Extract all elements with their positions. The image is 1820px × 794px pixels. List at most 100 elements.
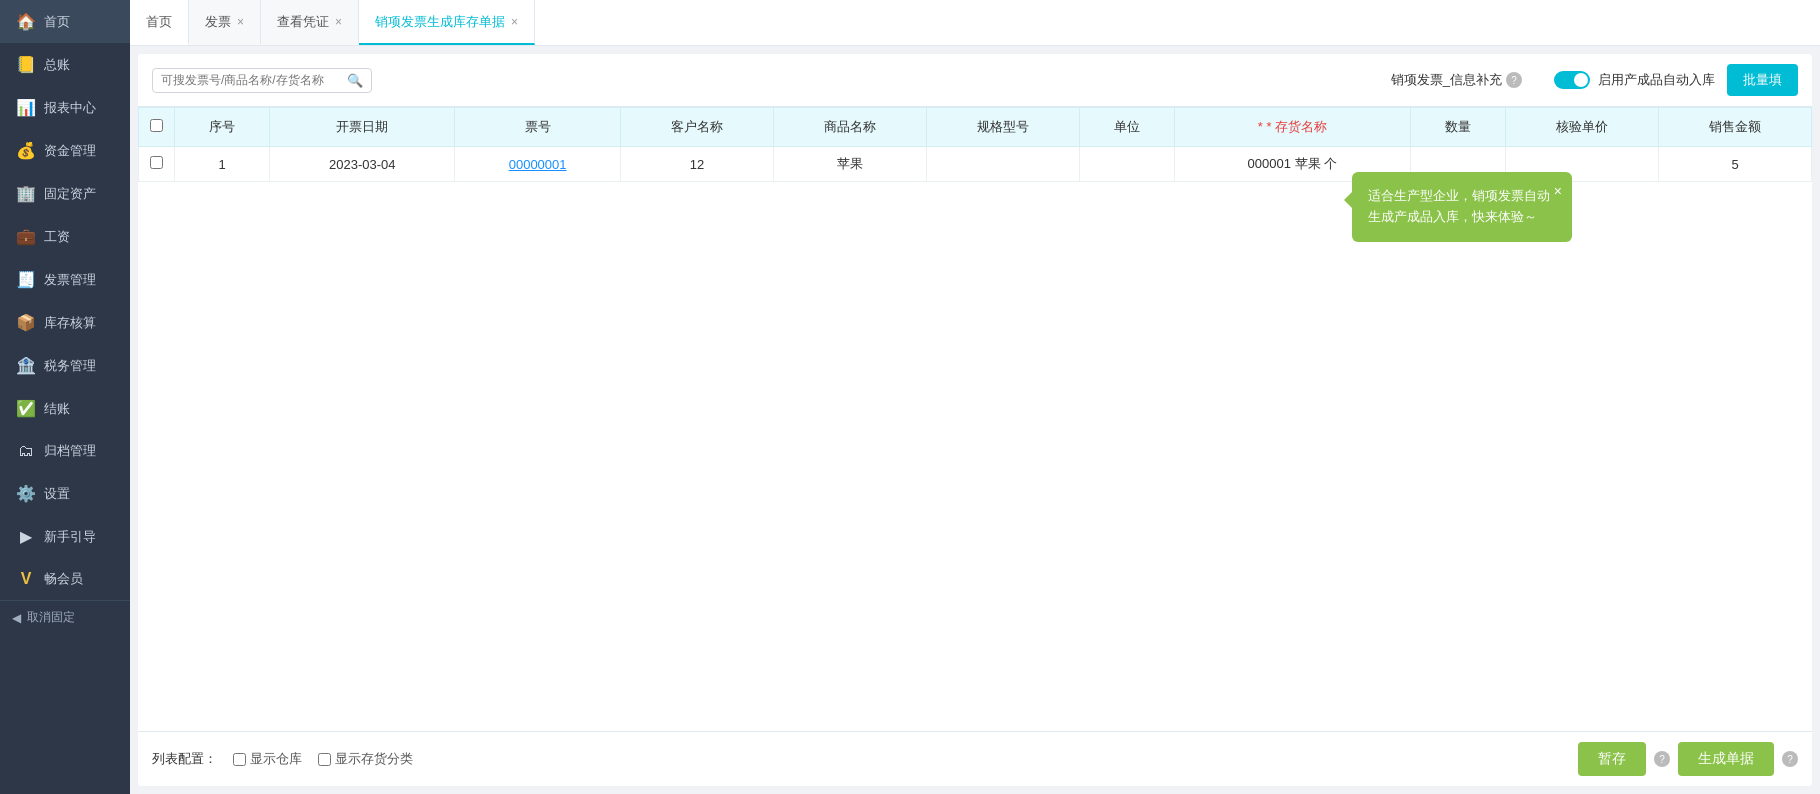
- sidebar-item-label: 固定资产: [44, 185, 96, 203]
- pin-label: 取消固定: [27, 609, 75, 626]
- settings-icon: ⚙️: [16, 484, 36, 503]
- cell-unit: [1079, 147, 1174, 182]
- sidebar-item-settings[interactable]: ⚙️ 设置: [0, 472, 130, 515]
- invoices-icon: 🧾: [16, 270, 36, 289]
- tab-stock-doc[interactable]: 销项发票生成库存单据 ×: [359, 0, 535, 45]
- search-box[interactable]: 🔍: [152, 68, 372, 93]
- sidebar-item-label: 归档管理: [44, 442, 96, 460]
- toggle-auto-warehouse[interactable]: [1554, 71, 1590, 89]
- tab-stock-doc-label: 销项发票生成库存单据: [375, 13, 505, 31]
- funds-icon: 💰: [16, 141, 36, 160]
- save-button[interactable]: 暂存: [1578, 742, 1646, 776]
- show-category-label: 显示存货分类: [335, 750, 413, 768]
- sidebar-item-guide[interactable]: ▶ 新手引导: [0, 515, 130, 558]
- sidebar-item-label: 总账: [44, 56, 70, 74]
- tooltip-text: 适合生产型企业，销项发票自动生成产成品入库，快来体验～: [1368, 188, 1550, 224]
- sidebar-item-label: 新手引导: [44, 528, 96, 546]
- sidebar-item-invoices[interactable]: 🧾 发票管理: [0, 258, 130, 301]
- inventory-icon: 📦: [16, 313, 36, 332]
- cell-spec: [926, 147, 1079, 182]
- show-warehouse-checkbox[interactable]: [233, 753, 246, 766]
- tab-voucher-close[interactable]: ×: [335, 16, 342, 28]
- cell-checkbox[interactable]: [139, 147, 175, 182]
- tab-voucher[interactable]: 查看凭证 ×: [261, 0, 359, 45]
- row-checkbox[interactable]: [150, 156, 163, 169]
- sidebar-item-inventory[interactable]: 📦 库存核算: [0, 301, 130, 344]
- search-icon: 🔍: [347, 73, 363, 88]
- toolbar: 🔍 销项发票_信息补充 ? 启用产成品自动入库 批量填: [138, 54, 1812, 107]
- sidebar-item-label: 资金管理: [44, 142, 96, 160]
- sidebar-item-salary[interactable]: 💼 工资: [0, 215, 130, 258]
- sidebar-item-member[interactable]: V 畅会员: [0, 558, 130, 600]
- cell-seq: 1: [175, 147, 270, 182]
- main-area: 首页 发票 × 查看凭证 × 销项发票生成库存单据 × 🔍 销项发票_信息补充 …: [130, 0, 1820, 794]
- sidebar-item-label: 结账: [44, 400, 70, 418]
- sidebar-item-archive[interactable]: 🗂 归档管理: [0, 430, 130, 472]
- footer-right: 暂存 ? 生成单据 ?: [1578, 742, 1798, 776]
- pin-icon: ◀: [12, 611, 21, 625]
- reports-icon: 📊: [16, 98, 36, 117]
- show-warehouse-check[interactable]: 显示仓库: [233, 750, 302, 768]
- salary-icon: 💼: [16, 227, 36, 246]
- tab-home-label: 首页: [146, 13, 172, 31]
- sidebar-item-assets[interactable]: 🏢 固定资产: [0, 172, 130, 215]
- settle-icon: ✅: [16, 399, 36, 418]
- footer-config-label: 列表配置：: [152, 750, 217, 768]
- sidebar-item-label: 库存核算: [44, 314, 96, 332]
- sidebar-item-label: 报表中心: [44, 99, 96, 117]
- sidebar-item-label: 税务管理: [44, 357, 96, 375]
- tab-voucher-label: 查看凭证: [277, 13, 329, 31]
- save-info-icon[interactable]: ?: [1654, 751, 1670, 767]
- tooltip-close-button[interactable]: ×: [1554, 180, 1562, 202]
- tooltip-popup: × 适合生产型企业，销项发票自动生成产成品入库，快来体验～: [1352, 172, 1572, 242]
- tab-invoice[interactable]: 发票 ×: [189, 0, 261, 45]
- show-category-checkbox[interactable]: [318, 753, 331, 766]
- show-category-check[interactable]: 显示存货分类: [318, 750, 413, 768]
- search-input[interactable]: [161, 73, 341, 87]
- col-spec: 规格型号: [926, 108, 1079, 147]
- select-all-checkbox[interactable]: [150, 119, 163, 132]
- cell-customer: 12: [621, 147, 774, 182]
- show-warehouse-label: 显示仓库: [250, 750, 302, 768]
- tax-icon: 🏦: [16, 356, 36, 375]
- info-icon[interactable]: ?: [1506, 72, 1522, 88]
- sidebar-item-label: 工资: [44, 228, 70, 246]
- col-goods: 商品名称: [773, 108, 926, 147]
- ledger-icon: 📒: [16, 55, 36, 74]
- info-text: 销项发票_信息补充: [1391, 71, 1502, 89]
- sidebar-item-label: 发票管理: [44, 271, 96, 289]
- sidebar-item-funds[interactable]: 💰 资金管理: [0, 129, 130, 172]
- cell-goods: 苹果: [773, 147, 926, 182]
- tab-stock-doc-close[interactable]: ×: [511, 16, 518, 28]
- tab-invoice-close[interactable]: ×: [237, 16, 244, 28]
- sidebar-item-ledger[interactable]: 📒 总账: [0, 43, 130, 86]
- col-seq: 序号: [175, 108, 270, 147]
- col-price-validate: 核验单价: [1506, 108, 1659, 147]
- sidebar-item-label: 设置: [44, 485, 70, 503]
- generate-info-icon[interactable]: ?: [1782, 751, 1798, 767]
- sidebar-item-tax[interactable]: 🏦 税务管理: [0, 344, 130, 387]
- sidebar-item-settle[interactable]: ✅ 结账: [0, 387, 130, 430]
- assets-icon: 🏢: [16, 184, 36, 203]
- tab-invoice-label: 发票: [205, 13, 231, 31]
- sidebar-item-reports[interactable]: 📊 报表中心: [0, 86, 130, 129]
- col-unit: 单位: [1079, 108, 1174, 147]
- col-qty: 数量: [1410, 108, 1505, 147]
- member-icon: V: [16, 570, 36, 588]
- col-checkbox: [139, 108, 175, 147]
- tab-bar: 首页 发票 × 查看凭证 × 销项发票生成库存单据 ×: [130, 0, 1820, 46]
- data-table: 序号 开票日期 票号 客户名称 商品名称 规格型号 单位 * * 存货名称 数量…: [138, 107, 1812, 182]
- pin-bar[interactable]: ◀ 取消固定: [0, 600, 130, 634]
- cell-date: 2023-03-04: [270, 147, 455, 182]
- cell-no[interactable]: 00000001: [455, 147, 621, 182]
- col-stock-name: * * 存货名称: [1174, 108, 1410, 147]
- toggle-area: 启用产成品自动入库: [1554, 71, 1715, 89]
- col-no: 票号: [455, 108, 621, 147]
- generate-button[interactable]: 生成单据: [1678, 742, 1774, 776]
- tab-home[interactable]: 首页: [130, 0, 189, 45]
- batch-fill-button[interactable]: 批量填: [1727, 64, 1798, 96]
- guide-icon: ▶: [16, 527, 36, 546]
- invoice-link[interactable]: 00000001: [509, 157, 567, 172]
- sidebar-item-home[interactable]: 🏠 首页: [0, 0, 130, 43]
- col-date: 开票日期: [270, 108, 455, 147]
